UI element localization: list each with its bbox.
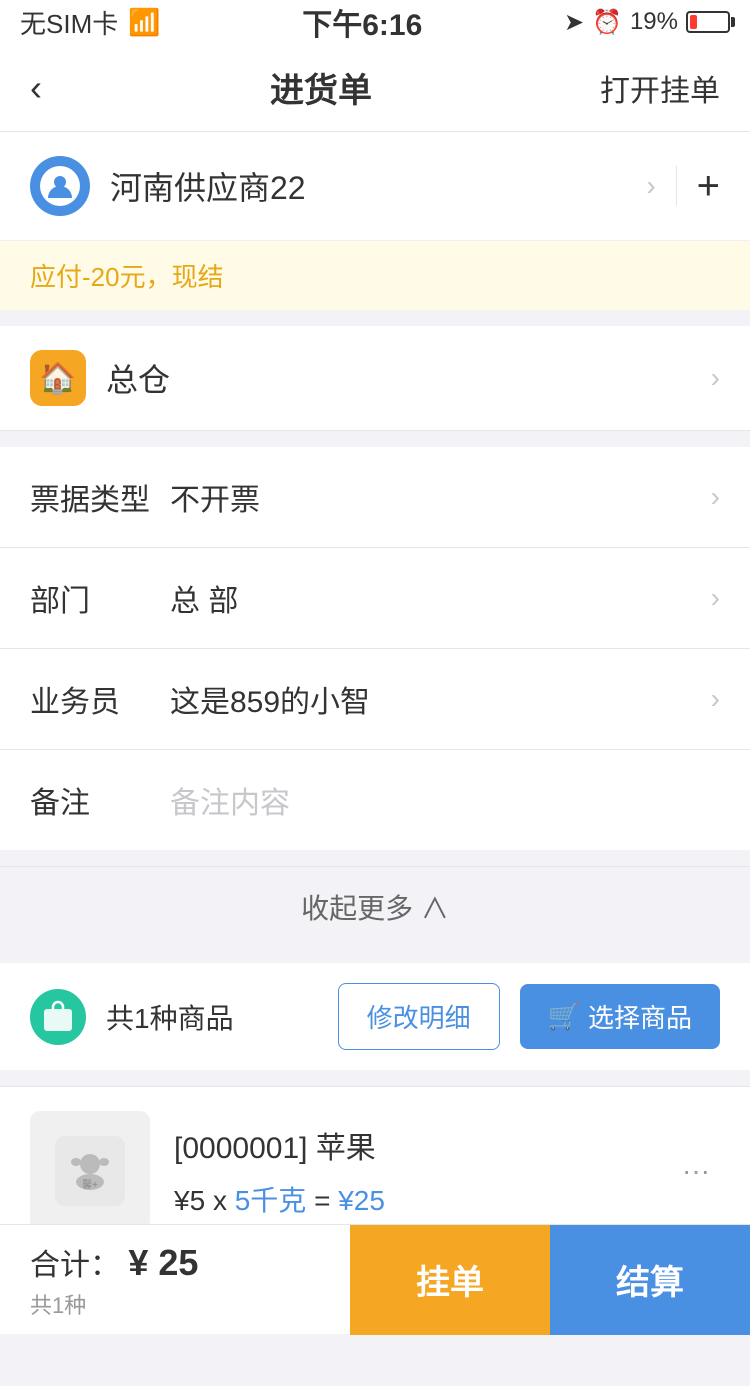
equals: = [314,1185,338,1216]
svg-text:馨+: 馨+ [82,1178,98,1191]
checkout-label: 结算 [616,1255,684,1304]
hang-button[interactable]: 挂单 [350,1225,550,1335]
product-name: [0000001] 苹果 [174,1123,672,1167]
department-chevron: › [711,582,720,614]
collapse-bar[interactable]: 收起更多 ∧ [0,866,750,947]
notice-bar: 应付-20元，现结 [0,241,750,310]
notice-text: 应付-20元，现结 [30,262,224,292]
status-left: 无SIM卡 📶 [20,4,161,41]
wifi-icon: 📶 [128,7,160,38]
footer-total-amount: ¥ 25 [128,1242,198,1283]
ticket-type-chevron: › [711,481,720,513]
department-value: 总 部 [170,576,711,620]
department-label: 部门 [30,576,170,620]
price-separator: x [213,1185,235,1216]
footer-total: 合计： ¥ 25 共1种 [0,1240,350,1320]
footer-total-label: 合计： [30,1249,120,1282]
warehouse-icon: 🏠 [30,350,86,406]
supplier-chevron: › [646,170,655,202]
carrier-text: 无SIM卡 [20,4,118,41]
remark-row[interactable]: 备注 备注内容 [0,750,750,850]
warehouse-row[interactable]: 🏠 总仓 › [0,326,750,431]
form-section: 票据类型 不开票 › 部门 总 部 › 业务员 这是859的小智 › 备注 备注… [0,447,750,850]
product-info: [0000001] 苹果 ¥5 x 5千克 = ¥25 [174,1123,672,1219]
footer-total-count: 共1种 [30,1288,320,1320]
ticket-type-value: 不开票 [170,475,711,519]
collapse-label: 收起更多 ∧ [301,893,449,924]
product-menu-button[interactable]: ··· [672,1145,720,1197]
footer: 合计： ¥ 25 共1种 挂单 结算 [0,1224,750,1334]
page-title: 进货单 [270,63,372,112]
hang-label: 挂单 [416,1255,484,1304]
alarm-icon: ⏰ [592,8,622,37]
remark-label: 备注 [30,778,170,822]
unit-price: ¥5 [174,1185,205,1216]
location-icon: ➤ [564,8,584,37]
back-button[interactable]: ‹ [30,67,42,109]
status-time: 下午6:16 [302,0,422,44]
ticket-type-label: 票据类型 [30,475,170,519]
select-product-button[interactable]: 🛒 选择商品 [520,984,720,1049]
footer-total-line: 合计： ¥ 25 [30,1240,320,1284]
warehouse-section: 🏠 总仓 › [0,326,750,431]
battery-icon [686,11,730,33]
remark-placeholder: 备注内容 [170,778,720,822]
product-thumbnail: 馨+ [30,1111,150,1231]
product-title: 苹果 [316,1132,376,1165]
salesperson-value: 这是859的小智 [170,677,711,721]
warehouse-chevron: › [711,362,720,394]
checkout-button[interactable]: 结算 [550,1225,750,1335]
supplier-section: 河南供应商22 › + 应付-20元，现结 [0,132,750,310]
supplier-row[interactable]: 河南供应商22 › + [0,132,750,241]
salesperson-label: 业务员 [30,677,170,721]
products-icon [30,989,86,1045]
status-right: ➤ ⏰ 19% [564,8,730,37]
add-button[interactable]: + [697,164,720,209]
supplier-avatar-icon [40,166,80,206]
main-content: 河南供应商22 › + 应付-20元，现结 🏠 总仓 › 票据类型 不开票 › … [0,132,750,1256]
ticket-type-row[interactable]: 票据类型 不开票 › [0,447,750,548]
salesperson-row[interactable]: 业务员 这是859的小智 › [0,649,750,750]
select-product-icon: 🛒 [548,1001,580,1032]
quantity: 5千克 [235,1185,307,1216]
product-price: ¥5 x 5千克 = ¥25 [174,1179,672,1219]
edit-detail-button[interactable]: 修改明细 [338,983,500,1050]
supplier-avatar [30,156,90,216]
product-id: [0000001] [174,1132,307,1165]
warehouse-name: 总仓 [106,355,711,401]
divider [676,166,677,206]
salesperson-chevron: › [711,683,720,715]
battery-percent: 19% [630,8,678,36]
products-count: 共1种商品 [106,997,318,1037]
status-bar: 无SIM卡 📶 下午6:16 ➤ ⏰ 19% [0,0,750,44]
department-row[interactable]: 部门 总 部 › [0,548,750,649]
products-header: 共1种商品 修改明细 🛒 选择商品 [0,963,750,1070]
open-hang-button[interactable]: 打开挂单 [600,66,720,110]
total-price: ¥25 [338,1185,385,1216]
supplier-name: 河南供应商22 [110,163,646,209]
select-product-label: 选择商品 [588,998,692,1035]
nav-bar: ‹ 进货单 打开挂单 [0,44,750,132]
